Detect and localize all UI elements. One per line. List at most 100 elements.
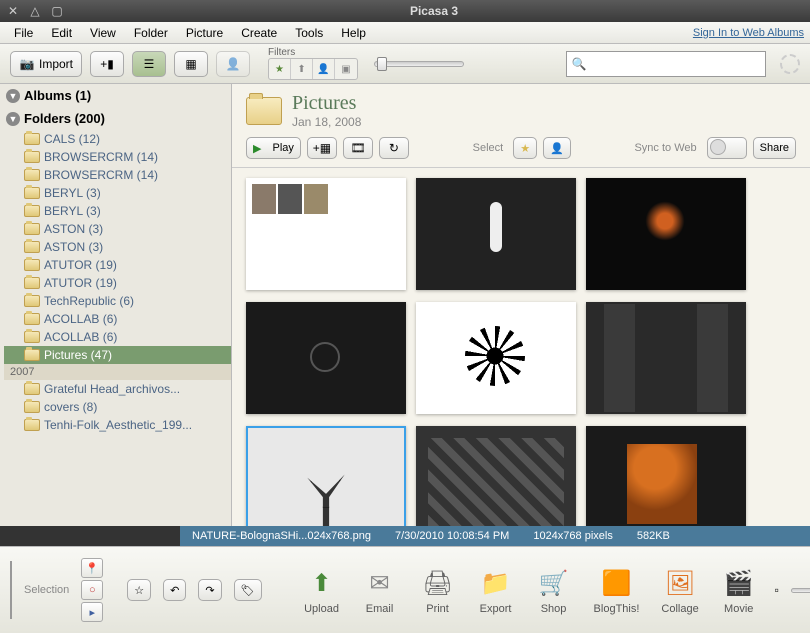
- print-button[interactable]: 🖨Print: [420, 565, 456, 615]
- folder-item[interactable]: BROWSERCRM (14): [4, 148, 231, 166]
- upload-button[interactable]: ⬆Upload: [304, 565, 340, 615]
- action-label: Movie: [724, 603, 753, 615]
- folder-item[interactable]: Tenhi-Folk_Aesthetic_199...: [4, 416, 231, 434]
- folder-item[interactable]: BERYL (3): [4, 184, 231, 202]
- tag-button[interactable]: 🏷: [234, 579, 262, 601]
- thumbnail-selected[interactable]: [246, 426, 406, 526]
- tag-icon: ▸: [90, 606, 96, 619]
- window-minimize-icon[interactable]: △: [28, 4, 42, 18]
- clear-button[interactable]: ○: [81, 580, 103, 600]
- collapse-arrow-icon[interactable]: ▼: [6, 89, 20, 103]
- menu-folder[interactable]: Folder: [126, 24, 176, 42]
- folder-item[interactable]: Grateful Head_archivos...: [4, 380, 231, 398]
- select-star-button[interactable]: ★: [513, 137, 537, 159]
- star-button[interactable]: ☆: [127, 579, 151, 601]
- email-button[interactable]: ✉Email: [362, 565, 398, 615]
- year-divider: 2007: [4, 364, 231, 380]
- new-album-button[interactable]: +▦: [307, 137, 337, 159]
- folder-item[interactable]: ACOLLAB (6): [4, 328, 231, 346]
- filter-geo-icon[interactable]: ▣: [335, 59, 357, 79]
- folder-item[interactable]: ACOLLAB (6): [4, 310, 231, 328]
- rotate-cw-button[interactable]: ↷: [198, 579, 221, 601]
- thumbnail[interactable]: [586, 302, 746, 414]
- folder-item[interactable]: ATUTOR (19): [4, 274, 231, 292]
- person-icon: 👤: [225, 56, 241, 72]
- menu-help[interactable]: Help: [333, 24, 374, 42]
- thumbnail[interactable]: [416, 302, 576, 414]
- shop-button[interactable]: 🛒Shop: [536, 565, 572, 615]
- upload-icon: ⬆: [304, 565, 340, 601]
- folder-icon: [24, 259, 40, 271]
- folders-header[interactable]: ▼ Folders (200): [0, 107, 231, 130]
- albums-header[interactable]: ▼ Albums (1): [0, 84, 231, 107]
- geotag-button[interactable]: ↻: [379, 137, 409, 159]
- play-button[interactable]: ▶ Play: [246, 137, 301, 159]
- search-icon: 🔍: [571, 56, 587, 72]
- folder-item[interactable]: Pictures (47): [4, 346, 231, 364]
- movie-button[interactable]: 🎬Movie: [721, 565, 757, 615]
- filter-slider[interactable]: [374, 61, 464, 67]
- filter-slider-thumb[interactable]: [377, 57, 387, 71]
- list-view-button[interactable]: ☰: [132, 51, 166, 77]
- collage-button[interactable]: 🖼Collage: [661, 565, 698, 615]
- rotate-ccw-button[interactable]: ↶: [163, 579, 186, 601]
- thumbnail[interactable]: [246, 302, 406, 414]
- folder-label: covers (8): [44, 400, 97, 414]
- share-button[interactable]: Share: [753, 137, 796, 159]
- thumbnail[interactable]: [416, 178, 576, 290]
- status-filename: NATURE-BolognaSHi...024x768.png: [192, 530, 371, 542]
- folder-item[interactable]: TechRepublic (6): [4, 292, 231, 310]
- folder-item[interactable]: CALS (12): [4, 130, 231, 148]
- folder-label: BERYL (3): [44, 204, 101, 218]
- menu-picture[interactable]: Picture: [178, 24, 231, 42]
- filter-face-icon[interactable]: 👤: [313, 59, 335, 79]
- add-to-button[interactable]: ▸: [81, 602, 103, 622]
- selection-preview[interactable]: [10, 561, 12, 619]
- thumbnail[interactable]: [246, 178, 406, 290]
- import-button[interactable]: 📷 Import: [10, 51, 82, 77]
- thumbnail[interactable]: [586, 426, 746, 526]
- folder-item[interactable]: BROWSERCRM (14): [4, 166, 231, 184]
- circle-icon: ○: [89, 584, 96, 596]
- menu-create[interactable]: Create: [233, 24, 285, 42]
- menubar: FileEditViewFolderPictureCreateToolsHelp…: [0, 22, 810, 44]
- export-button[interactable]: 📁Export: [478, 565, 514, 615]
- folder-label: ATUTOR (19): [44, 258, 117, 272]
- zoom-slider[interactable]: [791, 588, 810, 593]
- hold-button[interactable]: 📍: [81, 558, 103, 578]
- folder-item[interactable]: BERYL (3): [4, 202, 231, 220]
- window-titlebar: ✕ △ ▢ Picasa 3: [0, 0, 810, 22]
- blogthis-button[interactable]: 🟧BlogThis!: [594, 565, 640, 615]
- search-input[interactable]: [587, 57, 761, 71]
- folder-icon: [24, 401, 40, 413]
- menu-edit[interactable]: Edit: [43, 24, 80, 42]
- folder-item[interactable]: ASTON (3): [4, 238, 231, 256]
- shop-icon: 🛒: [536, 565, 572, 601]
- slideshow-button[interactable]: 🎞: [343, 137, 373, 159]
- sign-in-link[interactable]: Sign In to Web Albums: [693, 27, 804, 39]
- thumb-view-button[interactable]: ▦: [174, 51, 208, 77]
- select-people-button[interactable]: 👤: [543, 137, 571, 159]
- menu-view[interactable]: View: [82, 24, 124, 42]
- sync-toggle[interactable]: [707, 137, 747, 159]
- list-icon: ☰: [141, 56, 157, 72]
- collage-icon: 🖼: [662, 565, 698, 601]
- add-folder-button[interactable]: +▮: [90, 51, 124, 77]
- folder-item[interactable]: ASTON (3): [4, 220, 231, 238]
- people-button[interactable]: 👤: [216, 51, 250, 77]
- collapse-arrow-icon[interactable]: ▼: [6, 112, 20, 126]
- filter-upload-icon[interactable]: ⬆: [291, 59, 313, 79]
- menu-tools[interactable]: Tools: [287, 24, 331, 42]
- select-label: Select: [473, 142, 504, 154]
- search-box[interactable]: 🔍: [566, 51, 766, 77]
- sync-label: Sync to Web: [634, 142, 696, 154]
- folder-item[interactable]: covers (8): [4, 398, 231, 416]
- thumbnail[interactable]: [586, 178, 746, 290]
- folder-label: Grateful Head_archivos...: [44, 382, 180, 396]
- window-close-icon[interactable]: ✕: [6, 4, 20, 18]
- menu-file[interactable]: File: [6, 24, 41, 42]
- folder-item[interactable]: ATUTOR (19): [4, 256, 231, 274]
- thumbnail[interactable]: [416, 426, 576, 526]
- window-maximize-icon[interactable]: ▢: [50, 4, 64, 18]
- filter-star-icon[interactable]: ★: [269, 59, 291, 79]
